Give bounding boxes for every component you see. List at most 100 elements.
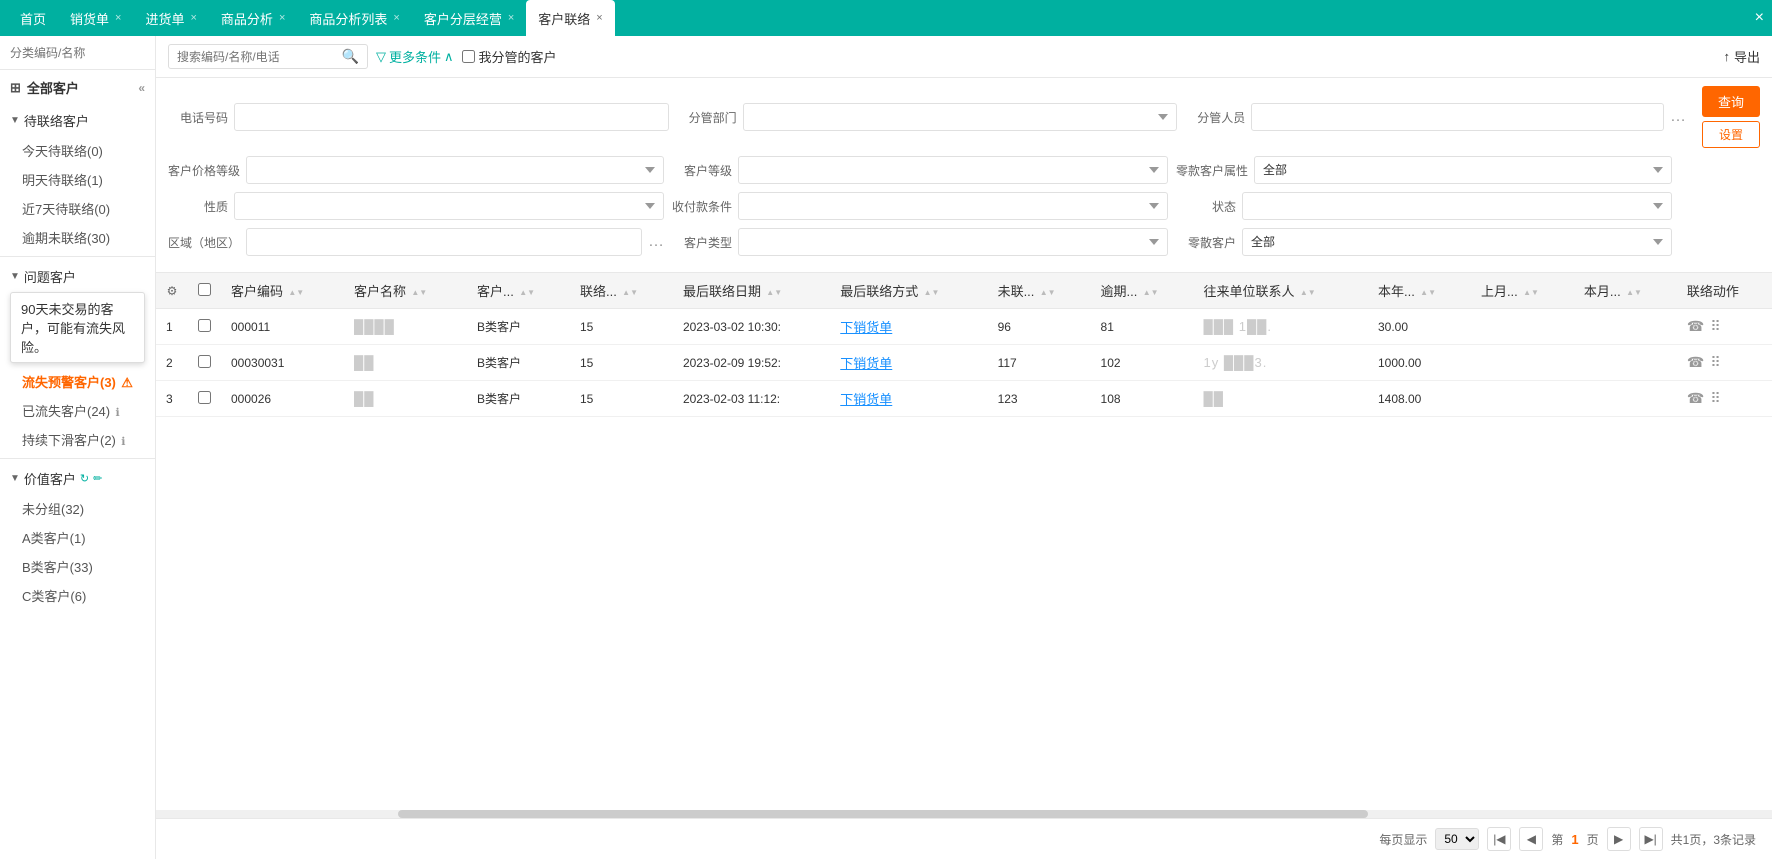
sidebar-item-c-class[interactable]: C类客户(6) — [0, 581, 155, 610]
tab-customer-contact-close[interactable]: × — [596, 12, 602, 24]
tab-home[interactable]: 首页 — [8, 0, 58, 36]
region-input[interactable] — [246, 228, 642, 256]
toolbar-search-icon[interactable]: 🔍 — [342, 48, 359, 65]
row3-code: 000026 — [221, 381, 344, 417]
person-dots-btn[interactable]: … — [1670, 108, 1686, 126]
sidebar-item-b-class[interactable]: B类客户(33) — [0, 552, 155, 581]
sidebar-item-overdue[interactable]: 逾期未联络(30) — [0, 223, 155, 252]
tab-product-analysis-close[interactable]: × — [279, 12, 285, 24]
sidebar-item-ungrouped[interactable]: 未分组(32) — [0, 494, 155, 523]
row1-more-icon[interactable]: ⠿ — [1710, 318, 1720, 335]
edit-icon[interactable]: ✏ — [93, 472, 102, 485]
row2-contact-icon[interactable]: ☎ — [1687, 354, 1704, 371]
sidebar-item-7days[interactable]: 近7天待联络(0) — [0, 194, 155, 223]
sort-overdue-icon[interactable]: ▲▼ — [1143, 288, 1159, 297]
last-page-btn[interactable]: ▶| — [1639, 827, 1663, 851]
sidebar-section-pending[interactable]: ▼ 待联络客户 — [0, 105, 155, 136]
zero-customer-select[interactable]: 全部 — [1242, 228, 1672, 256]
payment-select[interactable] — [738, 192, 1168, 220]
sort-contact-icon[interactable]: ▲▼ — [622, 288, 638, 297]
row3-last-date: 2023-02-03 11:12: — [673, 381, 830, 417]
search-input[interactable] — [177, 50, 342, 64]
sidebar-section-value[interactable]: ▼ 价值客户 ↻ ✏ — [0, 463, 155, 494]
zero-attr-select[interactable]: 全部 — [1254, 156, 1672, 184]
page-size-select[interactable]: 50 — [1435, 828, 1479, 850]
first-page-btn[interactable]: |◀ — [1487, 827, 1511, 851]
tab-sales[interactable]: 销货单 × — [58, 0, 133, 36]
row2-more-icon[interactable]: ⠿ — [1710, 354, 1720, 371]
tab-product-analysis-list-close[interactable]: × — [393, 12, 399, 24]
sidebar-all-customers[interactable]: ⊞ 全部客户 « — [0, 70, 155, 105]
row1-last-method[interactable]: 下销货单 — [830, 309, 987, 345]
row3-more-icon[interactable]: ⠿ — [1710, 390, 1720, 407]
sort-type-icon[interactable]: ▲▼ — [519, 288, 535, 297]
tab-customer-contact[interactable]: 客户联络 × — [526, 0, 614, 36]
sidebar-item-tomorrow[interactable]: 明天待联络(1) — [0, 165, 155, 194]
sidebar-item-declining[interactable]: 持续下滑客户(2) ℹ — [0, 425, 155, 454]
tab-purchase[interactable]: 进货单 × — [133, 0, 208, 36]
col-overdue: 逾期... ▲▼ — [1091, 273, 1194, 309]
sidebar-search-input[interactable] — [10, 46, 156, 60]
row3-contact-icon[interactable]: ☎ — [1687, 390, 1704, 407]
sort-person-icon[interactable]: ▲▼ — [1300, 288, 1316, 297]
row3-last-method[interactable]: 下销货单 — [830, 381, 987, 417]
sidebar-collapse-btn[interactable]: « — [138, 81, 145, 95]
sort-this-month-icon[interactable]: ▲▼ — [1626, 288, 1642, 297]
price-grade-select[interactable] — [246, 156, 664, 184]
sidebar-item-today[interactable]: 今天待联络(0) — [0, 136, 155, 165]
scrollbar-thumb[interactable] — [398, 810, 1368, 818]
col-name: 客户名称 ▲▼ — [344, 273, 467, 309]
export-button[interactable]: ↑ 导出 — [1723, 47, 1760, 66]
row1-contact-icon[interactable]: ☎ — [1687, 318, 1704, 335]
sidebar-item-churned[interactable]: 已流失客户(24) ℹ — [0, 396, 155, 425]
row2-checkbox[interactable] — [198, 355, 211, 368]
nature-select[interactable] — [234, 192, 664, 220]
sort-uncontacted-icon[interactable]: ▲▼ — [1040, 288, 1056, 297]
sort-last-month-icon[interactable]: ▲▼ — [1523, 288, 1539, 297]
row3-checkbox[interactable] — [198, 391, 211, 404]
row2-last-method[interactable]: 下销货单 — [830, 345, 987, 381]
person-input[interactable] — [1251, 103, 1664, 131]
window-close-button[interactable]: × — [1755, 9, 1764, 27]
col-last-date: 最后联络日期 ▲▼ — [673, 273, 830, 309]
refresh-icon[interactable]: ↻ — [80, 472, 89, 485]
query-button[interactable]: 查询 — [1702, 86, 1760, 117]
sort-last-date-icon[interactable]: ▲▼ — [766, 288, 782, 297]
row3-checkbox-cell[interactable] — [188, 381, 221, 417]
sort-code-icon[interactable]: ▲▼ — [288, 288, 304, 297]
sidebar-item-a-class[interactable]: A类客户(1) — [0, 523, 155, 552]
horizontal-scrollbar[interactable] — [156, 810, 1772, 818]
prev-page-btn[interactable]: ◀ — [1519, 827, 1543, 851]
customer-grade-select[interactable] — [738, 156, 1168, 184]
tab-purchase-close[interactable]: × — [190, 12, 196, 24]
row1-checkbox[interactable] — [198, 319, 211, 332]
sort-name-icon[interactable]: ▲▼ — [411, 288, 427, 297]
row2-checkbox-cell[interactable] — [188, 345, 221, 381]
select-all-checkbox[interactable] — [198, 283, 211, 296]
tab-customer-tier-close[interactable]: × — [508, 12, 514, 24]
tab-customer-tier[interactable]: 客户分层经营 × — [412, 0, 526, 36]
phone-input[interactable] — [234, 103, 669, 131]
customer-type-select[interactable] — [738, 228, 1168, 256]
dept-select[interactable] — [743, 103, 1178, 131]
tab-sales-close[interactable]: × — [115, 12, 121, 24]
table-settings-header[interactable]: ⚙ — [156, 273, 188, 309]
my-customers-container: 我分管的客户 — [462, 47, 557, 66]
more-conditions-btn[interactable]: ▽ 更多条件 ∧ — [376, 47, 454, 66]
row1-checkbox-cell[interactable] — [188, 309, 221, 345]
row3-this-year: 1408.00 — [1368, 381, 1471, 417]
status-select[interactable] — [1242, 192, 1672, 220]
tab-product-analysis-list[interactable]: 商品分析列表 × — [297, 0, 411, 36]
sidebar-item-churn-warning[interactable]: 流失预警客户(3) ⚠ — [0, 367, 155, 396]
table-checkbox-all[interactable] — [188, 273, 221, 309]
row1-last-month — [1471, 309, 1574, 345]
sort-last-method-icon[interactable]: ▲▼ — [924, 288, 940, 297]
sidebar-section-problem[interactable]: ▼ 问题客户 — [0, 261, 155, 292]
next-page-btn[interactable]: ▶ — [1607, 827, 1631, 851]
settings-button[interactable]: 设置 — [1702, 121, 1760, 148]
tab-product-analysis[interactable]: 商品分析 × — [209, 0, 297, 36]
my-customers-checkbox[interactable] — [462, 50, 475, 63]
region-dots-btn[interactable]: … — [648, 233, 664, 251]
sort-this-year-icon[interactable]: ▲▼ — [1420, 288, 1436, 297]
top-tab-bar: 首页 销货单 × 进货单 × 商品分析 × 商品分析列表 × 客户分层经营 × … — [0, 0, 1772, 36]
